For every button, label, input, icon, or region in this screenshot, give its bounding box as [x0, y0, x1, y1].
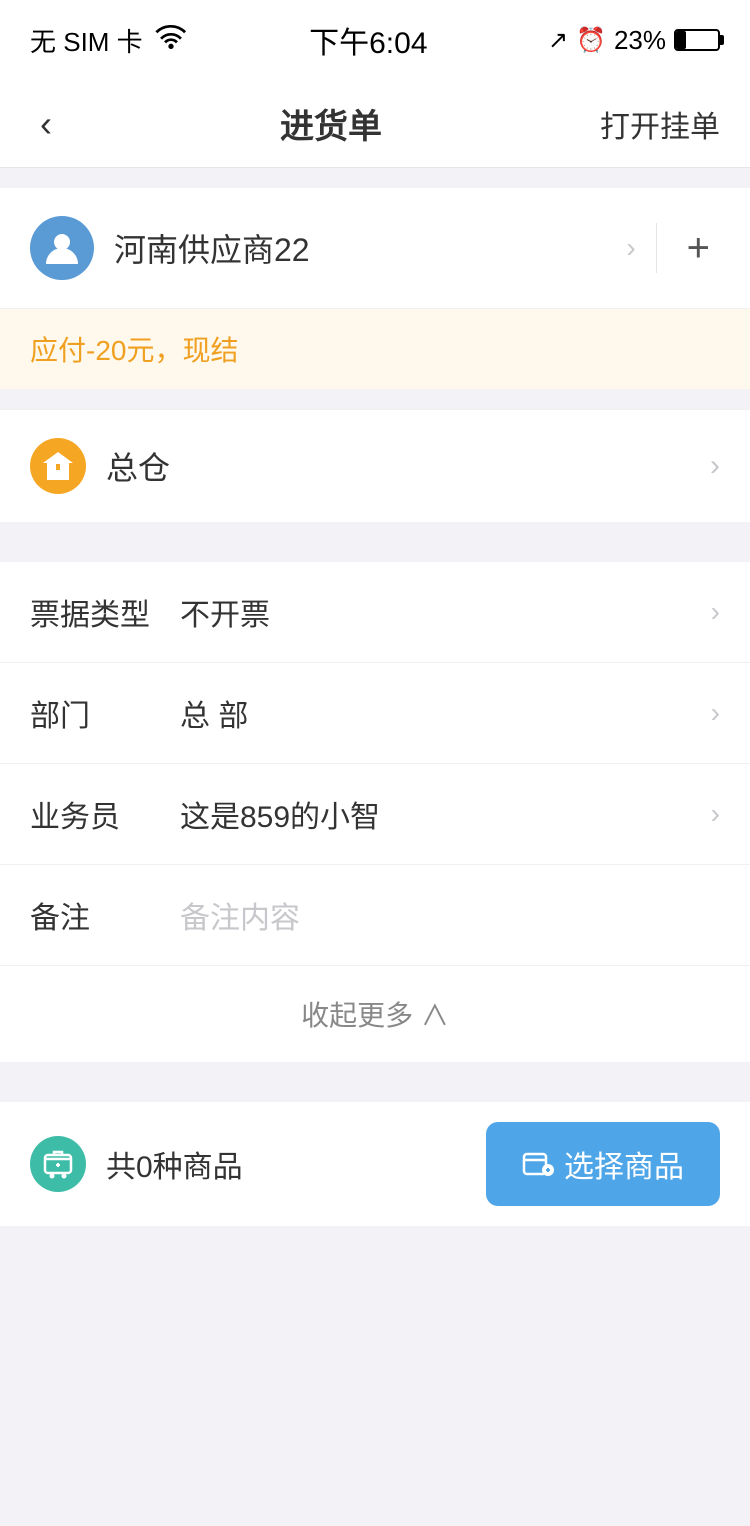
supplier-card: 河南供应商22 › + 应付-20元，现结	[0, 188, 750, 389]
department-chevron-icon: ›	[711, 697, 720, 729]
page-title: 进货单	[280, 99, 382, 148]
salesperson-row[interactable]: 业务员 这是859的小智 ›	[0, 764, 750, 865]
status-time: 下午6:04	[309, 18, 427, 62]
product-icon-container	[30, 1136, 86, 1192]
open-pending-button[interactable]: 打开挂单	[600, 102, 720, 146]
status-bar: 无 SIM 卡 下午6:04 ↗ ⏰ 23%	[0, 0, 750, 80]
section-gap-3	[0, 522, 750, 542]
house-icon	[41, 449, 75, 483]
department-row[interactable]: 部门 总 部 ›	[0, 663, 750, 764]
remark-row[interactable]: 备注 备注内容	[0, 865, 750, 965]
salesperson-value: 这是859的小智	[170, 792, 711, 836]
cart-icon	[41, 1147, 75, 1181]
product-count-text: 共0种商品	[106, 1142, 486, 1186]
supplier-row[interactable]: 河南供应商22 › +	[0, 188, 750, 309]
invoice-type-label: 票据类型	[30, 590, 170, 634]
select-product-icon	[522, 1148, 554, 1180]
notice-text: 应付-20元，现结	[30, 335, 238, 366]
warehouse-card: 总仓 ›	[0, 409, 750, 522]
invoice-type-chevron-icon: ›	[711, 596, 720, 628]
warehouse-name: 总仓	[106, 443, 710, 489]
bottom-bar: 共0种商品 选择商品	[0, 1102, 750, 1226]
warehouse-chevron-icon: ›	[710, 449, 720, 483]
form-section: 票据类型 不开票 › 部门 总 部 › 业务员 这是859的小智 › 备注 备注…	[0, 562, 750, 965]
status-left: 无 SIM 卡	[30, 22, 189, 59]
supplier-avatar	[30, 216, 94, 280]
battery-text: 23%	[614, 25, 666, 56]
carrier-text: 无 SIM 卡	[30, 22, 143, 59]
warehouse-icon	[30, 438, 86, 494]
status-right: ↗ ⏰ 23%	[548, 25, 720, 56]
department-value: 总 部	[170, 691, 711, 735]
supplier-divider	[656, 223, 657, 273]
invoice-type-row[interactable]: 票据类型 不开票 ›	[0, 562, 750, 663]
department-label: 部门	[30, 691, 170, 735]
supplier-chevron-icon: ›	[626, 232, 635, 264]
section-gap-1	[0, 168, 750, 188]
battery-icon	[674, 29, 720, 51]
nav-bar: ‹ 进货单 打开挂单	[0, 80, 750, 168]
select-product-label: 选择商品	[564, 1142, 684, 1186]
person-icon	[42, 228, 82, 268]
remark-value[interactable]: 备注内容	[170, 893, 720, 937]
notice-bar: 应付-20元，现结	[0, 309, 750, 389]
select-product-button[interactable]: 选择商品	[486, 1122, 720, 1206]
alarm-icon: ⏰	[576, 26, 606, 55]
add-supplier-button[interactable]: +	[677, 226, 720, 271]
salesperson-chevron-icon: ›	[711, 798, 720, 830]
invoice-type-value: 不开票	[170, 590, 711, 634]
supplier-name: 河南供应商22	[114, 225, 626, 271]
location-icon: ↗	[548, 26, 568, 55]
remark-label: 备注	[30, 893, 170, 937]
page-footer	[0, 1226, 750, 1526]
back-button[interactable]: ‹	[30, 93, 62, 155]
section-gap-4	[0, 1062, 750, 1082]
collapse-button[interactable]: 收起更多 ∧	[0, 965, 750, 1062]
collapse-label: 收起更多 ∧	[301, 1000, 449, 1031]
wifi-icon	[153, 25, 189, 56]
section-gap-2	[0, 389, 750, 409]
warehouse-row[interactable]: 总仓 ›	[0, 409, 750, 522]
salesperson-label: 业务员	[30, 792, 170, 836]
